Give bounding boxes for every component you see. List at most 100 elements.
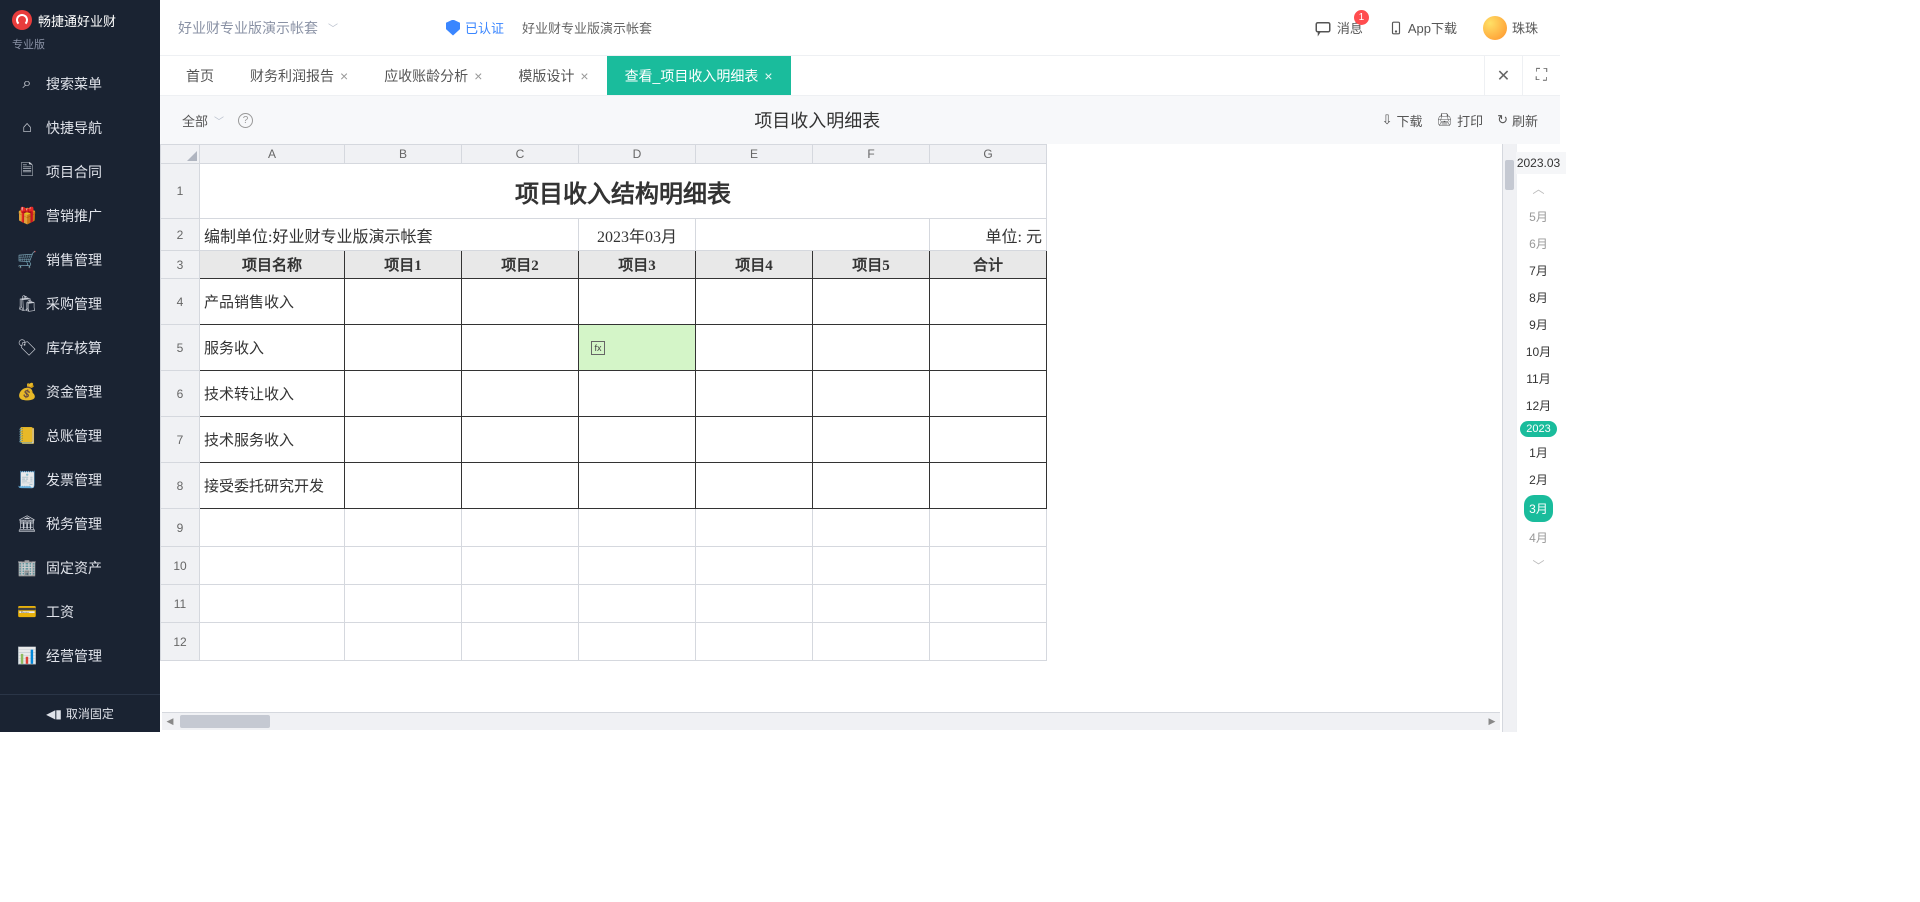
- account-selector[interactable]: 好业财专业版演示帐套 ﹀: [178, 18, 428, 38]
- cell[interactable]: [579, 547, 696, 585]
- cell[interactable]: [930, 509, 1047, 547]
- cell[interactable]: [579, 623, 696, 661]
- cell[interactable]: [579, 371, 696, 417]
- sidebar-item-stock[interactable]: 🏷库存核算: [0, 326, 160, 370]
- row-label-cell[interactable]: 技术转让收入: [200, 371, 345, 417]
- tab[interactable]: 财务利润报告×: [232, 56, 366, 95]
- cell[interactable]: [930, 279, 1047, 325]
- cell[interactable]: [462, 463, 579, 509]
- print-button[interactable]: 🖨 打印: [1437, 111, 1484, 130]
- cell[interactable]: [813, 463, 930, 509]
- row-header[interactable]: 7: [160, 417, 200, 463]
- cell[interactable]: [930, 325, 1047, 371]
- sidebar-item-purchase[interactable]: 🛍采购管理: [0, 282, 160, 326]
- help-icon[interactable]: ?: [238, 113, 253, 128]
- row-header[interactable]: 3: [160, 251, 200, 279]
- tab[interactable]: 首页: [168, 56, 232, 95]
- cell[interactable]: [813, 279, 930, 325]
- tab[interactable]: 查看_项目收入明细表×: [607, 56, 791, 95]
- cell[interactable]: [462, 547, 579, 585]
- cell[interactable]: [930, 371, 1047, 417]
- cell[interactable]: [696, 585, 813, 623]
- sidebar-item-tax[interactable]: 🏛税务管理: [0, 502, 160, 546]
- sidebar-item-asset[interactable]: 🏢固定资产: [0, 546, 160, 590]
- month-item[interactable]: 8月: [1516, 284, 1560, 311]
- fullscreen-button[interactable]: ⛶: [1522, 56, 1560, 95]
- row-header[interactable]: 11: [160, 585, 200, 623]
- tab[interactable]: 模版设计×: [500, 56, 606, 95]
- row-header[interactable]: 6: [160, 371, 200, 417]
- sidebar-item-fund[interactable]: 💰资金管理: [0, 370, 160, 414]
- grid[interactable]: ABCDEFG1项目收入结构明细表2编制单位:好业财专业版演示帐套2023年03…: [160, 144, 1502, 661]
- filter-selector[interactable]: 全部 ﹀: [182, 111, 224, 130]
- cell[interactable]: [813, 509, 930, 547]
- active-cell[interactable]: fx: [579, 325, 696, 371]
- cell[interactable]: [696, 325, 813, 371]
- month-item[interactable]: 5月: [1516, 203, 1560, 230]
- cell[interactable]: [696, 547, 813, 585]
- cell[interactable]: [579, 585, 696, 623]
- cell[interactable]: [345, 325, 462, 371]
- row-header[interactable]: 5: [160, 325, 200, 371]
- cell[interactable]: [200, 623, 345, 661]
- cell[interactable]: [813, 585, 930, 623]
- month-item[interactable]: 3月: [1524, 495, 1552, 522]
- cell[interactable]: [696, 463, 813, 509]
- cell[interactable]: [813, 547, 930, 585]
- cell[interactable]: [813, 371, 930, 417]
- cell[interactable]: [930, 547, 1047, 585]
- sidebar-item-ledger[interactable]: 📒总账管理: [0, 414, 160, 458]
- column-header[interactable]: G: [930, 144, 1047, 164]
- sidebar-item-marketing[interactable]: 🎁营销推广: [0, 194, 160, 238]
- row-label-cell[interactable]: 接受委托研究开发: [200, 463, 345, 509]
- close-icon[interactable]: ×: [474, 68, 482, 84]
- refresh-button[interactable]: ↻ 刷新: [1497, 111, 1538, 130]
- row-header[interactable]: 2: [160, 219, 200, 251]
- row-header[interactable]: 9: [160, 509, 200, 547]
- horizontal-scrollbar[interactable]: ◀ ▶: [162, 712, 1500, 730]
- cell[interactable]: [696, 509, 813, 547]
- sidebar-collapse-button[interactable]: ◀▮ 取消固定: [0, 694, 160, 732]
- cell[interactable]: [462, 371, 579, 417]
- sidebar-item-search[interactable]: ⌕搜索菜单: [0, 62, 160, 106]
- messages-button[interactable]: 消息 1: [1310, 14, 1367, 41]
- app-download-button[interactable]: App下载: [1385, 14, 1461, 41]
- close-tab-button[interactable]: ✕: [1484, 56, 1522, 95]
- cell[interactable]: [345, 371, 462, 417]
- cell[interactable]: [462, 279, 579, 325]
- scroll-up-icon[interactable]: ︿: [1526, 174, 1550, 203]
- cell[interactable]: [813, 623, 930, 661]
- cell[interactable]: [200, 509, 345, 547]
- column-header[interactable]: E: [696, 144, 813, 164]
- cell[interactable]: [696, 279, 813, 325]
- sidebar-item-ops[interactable]: 📊经营管理: [0, 634, 160, 678]
- cell[interactable]: [462, 623, 579, 661]
- column-header[interactable]: F: [813, 144, 930, 164]
- cell[interactable]: [930, 463, 1047, 509]
- cell[interactable]: [462, 325, 579, 371]
- download-button[interactable]: ⇩ 下载: [1382, 111, 1423, 130]
- column-header[interactable]: B: [345, 144, 462, 164]
- month-item[interactable]: 12月: [1516, 392, 1560, 419]
- cell[interactable]: [813, 417, 930, 463]
- month-item[interactable]: 10月: [1516, 338, 1560, 365]
- sidebar-item-sale[interactable]: 🛒销售管理: [0, 238, 160, 282]
- month-item[interactable]: 6月: [1516, 230, 1560, 257]
- month-item[interactable]: 9月: [1516, 311, 1560, 338]
- close-icon[interactable]: ×: [764, 68, 772, 84]
- cell[interactable]: [345, 585, 462, 623]
- cell[interactable]: [696, 623, 813, 661]
- cell[interactable]: [930, 623, 1047, 661]
- year-divider[interactable]: 2023: [1520, 421, 1556, 437]
- cell[interactable]: [462, 509, 579, 547]
- row-header[interactable]: 10: [160, 547, 200, 585]
- close-icon[interactable]: ×: [580, 68, 588, 84]
- cell[interactable]: [696, 219, 930, 251]
- column-header[interactable]: A: [200, 144, 345, 164]
- month-item[interactable]: 1月: [1516, 439, 1560, 466]
- cell[interactable]: [345, 417, 462, 463]
- cell[interactable]: [200, 547, 345, 585]
- vertical-scrollbar[interactable]: [1502, 144, 1516, 732]
- cell[interactable]: [345, 279, 462, 325]
- month-item[interactable]: 11月: [1516, 365, 1560, 392]
